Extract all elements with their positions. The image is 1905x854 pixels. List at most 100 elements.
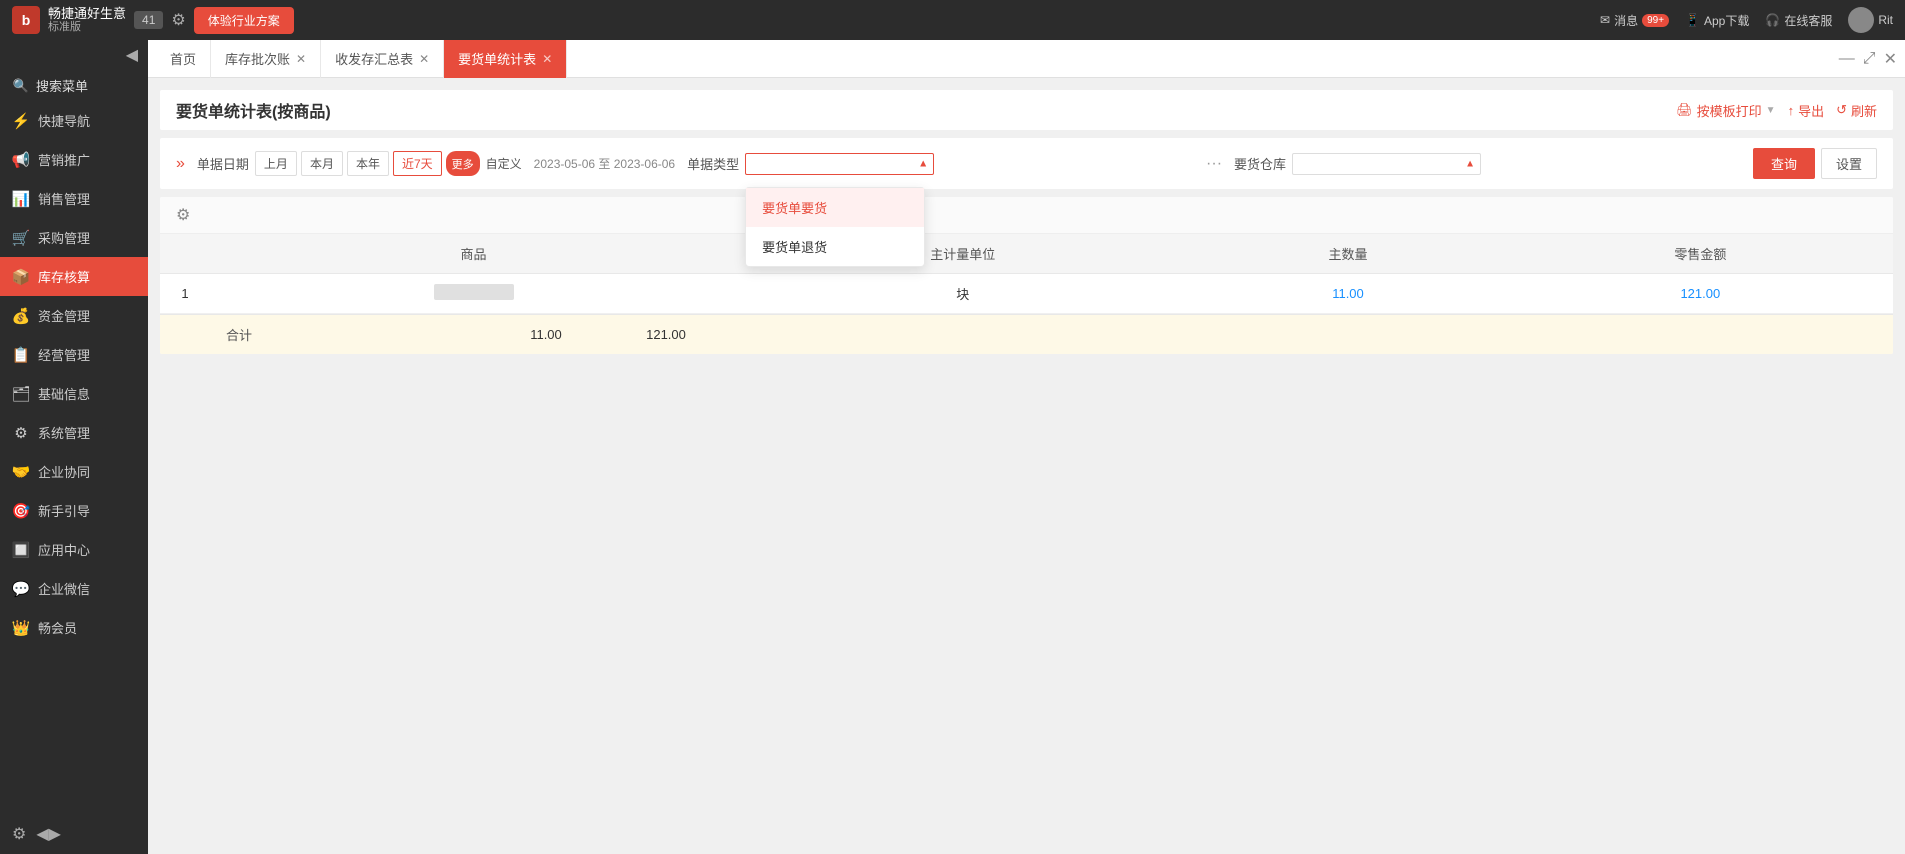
- sidebar-item-label: 基础信息: [38, 384, 90, 403]
- tab-inventory-batch[interactable]: 库存批次账 ✕: [211, 40, 321, 78]
- date-last-7-days[interactable]: 近7天: [393, 151, 442, 176]
- marketing-icon: 📢: [12, 151, 30, 169]
- th-index: [160, 234, 210, 274]
- basics-icon: 🗂: [12, 385, 30, 403]
- print-label: 按模板打印: [1697, 101, 1762, 120]
- date-this-year[interactable]: 本年: [347, 151, 389, 176]
- business-icon: 📋: [12, 346, 30, 364]
- type-select-input[interactable]: [745, 153, 934, 175]
- tab-requisition[interactable]: 要货单统计表 ✕: [444, 40, 567, 78]
- content-area: 首页 库存批次账 ✕ 收发存汇总表 ✕ 要货单统计表 ✕ — ⤢ ✕: [148, 40, 1905, 854]
- top-bar-right: ✉ 消息 99+ 📱 App下载 🎧 在线客服 Rit: [1600, 7, 1893, 33]
- date-more-button[interactable]: 更多: [446, 151, 480, 176]
- tab-count: 41: [134, 11, 163, 29]
- sidebar-collapse-icon[interactable]: ◀▶: [36, 824, 61, 844]
- query-button[interactable]: 查询: [1753, 148, 1815, 179]
- sidebar-search[interactable]: 🔍 搜索菜单: [0, 70, 148, 101]
- sidebar-item-purchase[interactable]: 🛒 采购管理: [0, 218, 148, 257]
- sidebar-item-quick-nav[interactable]: ⚡ 快捷导航: [0, 101, 148, 140]
- cell-unit: 块: [737, 274, 1188, 314]
- sidebar-item-business[interactable]: 📋 经营管理: [0, 335, 148, 374]
- refresh-label: 刷新: [1851, 101, 1877, 120]
- product-blurred: [434, 284, 514, 300]
- cell-quantity[interactable]: 11.00: [1188, 274, 1507, 314]
- top-bar-left: b 畅捷通好生意 标准版 41 ⚙ 体验行业方案: [12, 6, 294, 35]
- table-toolbar: ⚙: [160, 197, 1893, 234]
- cell-amount[interactable]: 121.00: [1508, 274, 1893, 314]
- sidebar-item-label: 经营管理: [38, 345, 90, 364]
- messages-label: 消息: [1614, 12, 1638, 29]
- filter-dots[interactable]: ···: [1206, 155, 1222, 173]
- tab-summary[interactable]: 收发存汇总表 ✕: [321, 40, 444, 78]
- dropdown-item-yaohuo[interactable]: 要货单要货: [746, 188, 924, 227]
- type-select-wrapper: ▲ 要货单要货 要货单退货: [745, 153, 934, 175]
- sidebar-item-finance[interactable]: 💰 资金管理: [0, 296, 148, 335]
- tab-home[interactable]: 首页: [156, 40, 211, 78]
- sidebar-toggle[interactable]: ◀: [0, 40, 148, 70]
- user-name: Rit: [1878, 13, 1893, 27]
- tab-label: 要货单统计表: [458, 49, 536, 68]
- warehouse-select-input[interactable]: [1292, 153, 1481, 175]
- trial-button[interactable]: 体验行业方案: [194, 7, 294, 34]
- date-buttons: 上月 本月 本年 近7天 更多: [255, 151, 480, 176]
- filter-expand-button[interactable]: »: [176, 155, 185, 173]
- sidebar-item-inventory[interactable]: 📦 库存核算: [0, 257, 148, 296]
- inventory-icon: 📦: [12, 268, 30, 286]
- warehouse-filter-group: 要货仓库: [1234, 153, 1481, 175]
- sidebar-item-member[interactable]: 👑 畅会员: [0, 608, 148, 647]
- tab-close-icon[interactable]: ✕: [542, 52, 552, 66]
- sidebar-item-enterprise[interactable]: 🤝 企业协同: [0, 452, 148, 491]
- sidebar-item-label: 销售管理: [38, 189, 90, 208]
- date-filter-label: 单据日期: [197, 154, 249, 173]
- print-dropdown-icon: ▼: [1766, 105, 1776, 116]
- sidebar: ◀ 🔍 搜索菜单 ⚡ 快捷导航 📢 营销推广 📊 销售管理 🛒 采购管理 📦 库…: [0, 40, 148, 854]
- sidebar-item-marketing[interactable]: 📢 营销推广: [0, 140, 148, 179]
- refresh-action[interactable]: ↺ 刷新: [1836, 101, 1877, 120]
- app-download-item[interactable]: 📱 App下载: [1685, 12, 1749, 29]
- sales-icon: 📊: [12, 190, 30, 208]
- settings-button[interactable]: 设置: [1821, 148, 1877, 179]
- sidebar-item-label: 营销推广: [38, 150, 90, 169]
- table-settings-icon[interactable]: ⚙: [176, 205, 190, 225]
- tab-close-icon[interactable]: ✕: [296, 52, 306, 66]
- date-custom[interactable]: 自定义: [486, 155, 522, 172]
- cell-index: 1: [160, 274, 210, 314]
- date-this-month[interactable]: 本月: [301, 151, 343, 176]
- user-item[interactable]: Rit: [1848, 7, 1893, 33]
- type-filter-group: 单据类型 ▲ 要货单要货 要货单退货: [687, 153, 934, 175]
- sidebar-item-system[interactable]: ⚙ 系统管理: [0, 413, 148, 452]
- messages-item[interactable]: ✉ 消息 99+: [1600, 12, 1669, 29]
- sidebar-item-label: 快捷导航: [38, 111, 90, 130]
- export-label: 导出: [1798, 101, 1824, 120]
- export-icon: ↑: [1788, 103, 1795, 118]
- date-last-month[interactable]: 上月: [255, 151, 297, 176]
- tab-close-icon[interactable]: ✕: [419, 52, 429, 66]
- tab-home-label: 首页: [170, 49, 196, 68]
- top-settings-icon[interactable]: ⚙: [171, 10, 185, 30]
- footer-label: 合计: [226, 325, 486, 344]
- sidebar-search-label: 搜索菜单: [36, 76, 88, 95]
- online-service-item[interactable]: 🎧 在线客服: [1765, 12, 1832, 29]
- sidebar-item-guide[interactable]: 🎯 新手引导: [0, 491, 148, 530]
- sidebar-item-label: 采购管理: [38, 228, 90, 247]
- sidebar-settings-icon[interactable]: ⚙: [12, 824, 26, 844]
- sidebar-item-apps[interactable]: 🔲 应用中心: [0, 530, 148, 569]
- refresh-icon: ↺: [1836, 102, 1847, 118]
- guide-icon: 🎯: [12, 502, 30, 520]
- tab-minimize-icon[interactable]: —: [1839, 50, 1855, 68]
- dropdown-item-tuihuo[interactable]: 要货单退货: [746, 227, 924, 266]
- system-icon: ⚙: [12, 424, 30, 442]
- service-icon: 🎧: [1765, 13, 1780, 27]
- tab-maximize-icon[interactable]: ⤢: [1863, 50, 1876, 68]
- sidebar-item-basics[interactable]: 🗂 基础信息: [0, 374, 148, 413]
- apps-icon: 🔲: [12, 541, 30, 559]
- print-action[interactable]: 🖨 按模板打印 ▼: [1676, 101, 1775, 120]
- main-table: 商品 主计量单位 主数量 零售金额 1 块: [160, 234, 1893, 314]
- tab-label: 库存批次账: [225, 49, 290, 68]
- tab-bar-close-icon[interactable]: ✕: [1884, 49, 1897, 69]
- export-action[interactable]: ↑ 导出: [1788, 101, 1825, 120]
- table-footer: 合计 11.00 121.00: [160, 314, 1893, 354]
- sidebar-item-wechat[interactable]: 💬 企业微信: [0, 569, 148, 608]
- sidebar-item-sales[interactable]: 📊 销售管理: [0, 179, 148, 218]
- print-icon: 🖨: [1676, 102, 1693, 118]
